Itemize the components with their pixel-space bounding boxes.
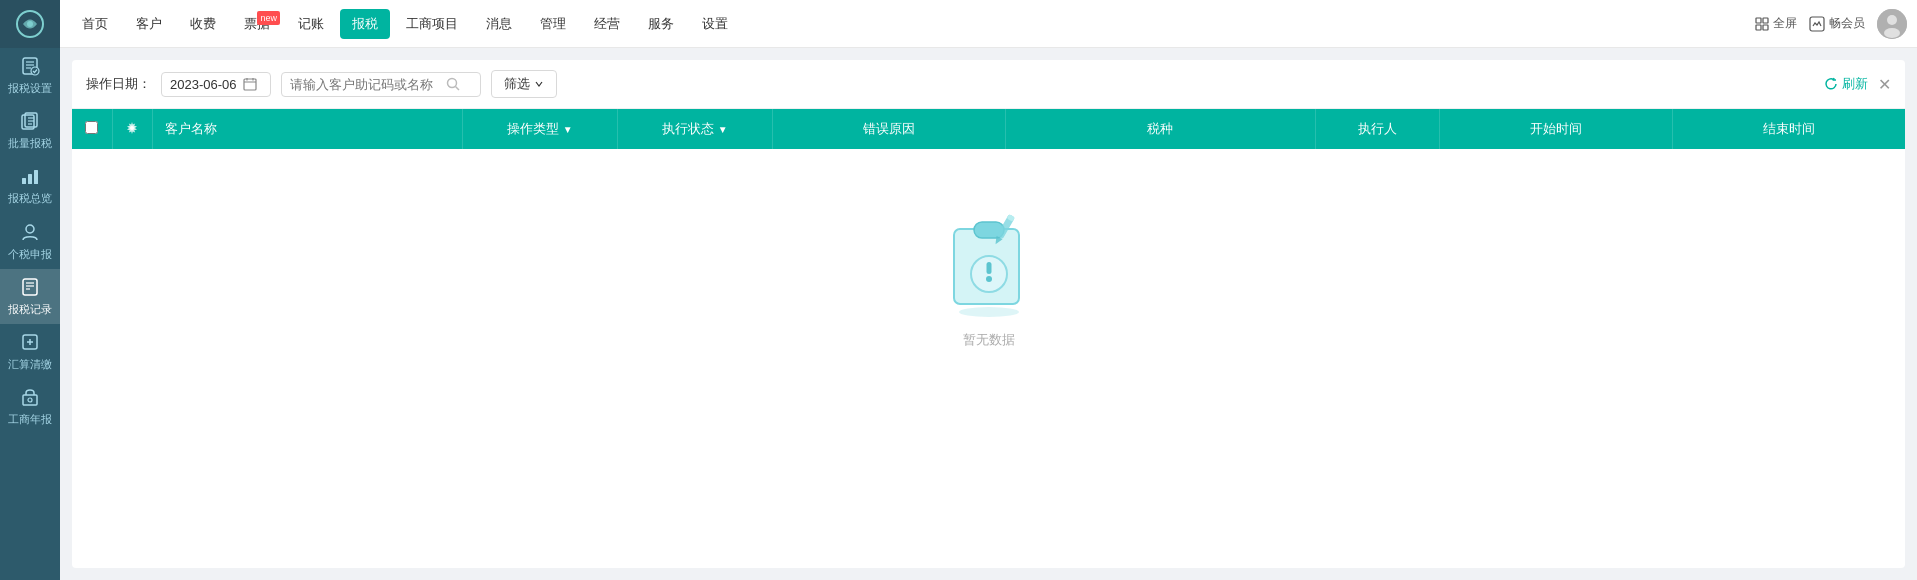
sidebar-item-tax-records[interactable]: 报税记录 — [0, 269, 60, 324]
sidebar-item-label: 报税记录 — [8, 303, 52, 316]
svg-rect-14 — [34, 170, 38, 184]
svg-point-37 — [448, 79, 457, 88]
member-button[interactable]: 畅会员 — [1809, 15, 1865, 32]
empty-icon — [939, 209, 1039, 319]
nav-invoices[interactable]: 票据 new — [232, 9, 282, 39]
svg-rect-27 — [1756, 25, 1761, 30]
empty-text: 暂无数据 — [963, 331, 1015, 349]
header-end-time: 结束时间 — [1672, 109, 1905, 149]
tax-settings-icon — [20, 56, 40, 79]
svg-rect-12 — [22, 178, 26, 184]
personal-tax-icon — [20, 222, 40, 245]
data-table: 客户名称 操作类型 ▼ 执行状态 ▼ 错误原因 税种 执行人 — [72, 109, 1905, 149]
nav-management[interactable]: 管理 — [528, 9, 578, 39]
sidebar-item-personal-tax[interactable]: 个税申报 — [0, 214, 60, 269]
select-all-checkbox[interactable] — [85, 121, 98, 134]
nav-settings[interactable]: 设置 — [690, 9, 740, 39]
avatar[interactable] — [1877, 9, 1907, 39]
svg-point-46 — [986, 276, 992, 282]
filter-button[interactable]: 筛选 — [491, 70, 557, 98]
fullscreen-label: 全屏 — [1773, 15, 1797, 32]
nav-accounts[interactable]: 记账 — [286, 9, 336, 39]
sidebar-item-label: 批量报税 — [8, 137, 52, 150]
svg-line-38 — [456, 87, 460, 91]
main-panel: 操作日期： 2023-06-06 — [72, 60, 1905, 568]
topnav-right: 全屏 畅会员 — [1755, 9, 1907, 39]
member-label: 畅会员 — [1829, 15, 1865, 32]
svg-rect-25 — [1756, 18, 1761, 23]
header-operation-type[interactable]: 操作类型 ▼ — [462, 109, 617, 149]
date-label: 操作日期： — [86, 75, 151, 93]
tax-records-icon — [20, 277, 40, 300]
header-exec-status[interactable]: 执行状态 ▼ — [617, 109, 772, 149]
main-area: 首页 客户 收费 票据 new 记账 报税 工商项目 消息 管理 经营 服务 设… — [60, 0, 1917, 580]
top-navigation: 首页 客户 收费 票据 new 记账 报税 工商项目 消息 管理 经营 服务 设… — [60, 0, 1917, 48]
filter-label: 筛选 — [504, 75, 530, 93]
nav-home[interactable]: 首页 — [70, 9, 120, 39]
date-picker[interactable]: 2023-06-06 — [161, 72, 271, 97]
toolbar: 操作日期： 2023-06-06 — [72, 60, 1905, 109]
header-start-time: 开始时间 — [1440, 109, 1673, 149]
svg-point-1 — [27, 21, 33, 27]
content-area: 操作日期： 2023-06-06 — [60, 48, 1917, 580]
sidebar-item-annual-report[interactable]: 工商年报 — [0, 379, 60, 434]
svg-point-24 — [28, 398, 32, 402]
sidebar: 报税设置 批量报税 报税总览 — [0, 0, 60, 580]
settlement-icon — [20, 332, 40, 355]
sidebar-item-label: 汇算清缴 — [8, 358, 52, 371]
sidebar-item-label: 个税申报 — [8, 248, 52, 261]
nav-tax[interactable]: 报税 — [340, 9, 390, 39]
toolbar-right: 刷新 ✕ — [1824, 75, 1891, 94]
nav-services[interactable]: 服务 — [636, 9, 686, 39]
svg-rect-13 — [28, 174, 32, 184]
svg-rect-16 — [23, 279, 37, 295]
svg-point-15 — [26, 225, 34, 233]
sidebar-logo — [0, 0, 60, 48]
sidebar-item-settlement[interactable]: 汇算清缴 — [0, 324, 60, 379]
header-error-reason: 错误原因 — [773, 109, 1006, 149]
new-badge: new — [257, 11, 280, 25]
svg-rect-33 — [244, 79, 256, 90]
nav-billing[interactable]: 收费 — [178, 9, 228, 39]
tax-overview-icon — [20, 166, 40, 189]
header-settings[interactable] — [112, 109, 152, 149]
batch-tax-icon — [20, 111, 40, 134]
svg-rect-23 — [23, 395, 37, 405]
search-input[interactable] — [290, 77, 440, 92]
annual-report-icon — [20, 387, 40, 410]
nav-operations[interactable]: 经营 — [582, 9, 632, 39]
sidebar-item-label: 工商年报 — [8, 413, 52, 426]
header-checkbox[interactable] — [72, 109, 112, 149]
svg-point-31 — [1887, 15, 1897, 25]
svg-rect-45 — [986, 262, 991, 274]
table-header-row: 客户名称 操作类型 ▼ 执行状态 ▼ 错误原因 税种 执行人 — [72, 109, 1905, 149]
sidebar-item-label: 报税设置 — [8, 82, 52, 95]
fullscreen-button[interactable]: 全屏 — [1755, 15, 1797, 32]
nav-business[interactable]: 工商项目 — [394, 9, 470, 39]
sidebar-item-tax-settings[interactable]: 报税设置 — [0, 48, 60, 103]
nav-customers[interactable]: 客户 — [124, 9, 174, 39]
nav-messages[interactable]: 消息 — [474, 9, 524, 39]
refresh-button[interactable]: 刷新 — [1824, 75, 1868, 93]
svg-point-50 — [959, 307, 1019, 317]
nav-items: 首页 客户 收费 票据 new 记账 报税 工商项目 消息 管理 经营 服务 设… — [70, 9, 1755, 39]
empty-state: 暂无数据 — [72, 149, 1905, 409]
date-value: 2023-06-06 — [170, 77, 237, 92]
table-container: 客户名称 操作类型 ▼ 执行状态 ▼ 错误原因 税种 执行人 — [72, 109, 1905, 568]
svg-point-32 — [1884, 28, 1900, 38]
close-button[interactable]: ✕ — [1878, 75, 1891, 94]
sidebar-item-label: 报税总览 — [8, 192, 52, 205]
svg-rect-28 — [1763, 25, 1768, 30]
header-executor: 执行人 — [1315, 109, 1439, 149]
sidebar-item-batch-tax[interactable]: 批量报税 — [0, 103, 60, 158]
refresh-label: 刷新 — [1842, 75, 1868, 93]
search-box[interactable] — [281, 72, 481, 97]
header-client-name: 客户名称 — [152, 109, 462, 149]
sidebar-item-tax-overview[interactable]: 报税总览 — [0, 158, 60, 213]
header-tax-type: 税种 — [1005, 109, 1315, 149]
svg-rect-26 — [1763, 18, 1768, 23]
